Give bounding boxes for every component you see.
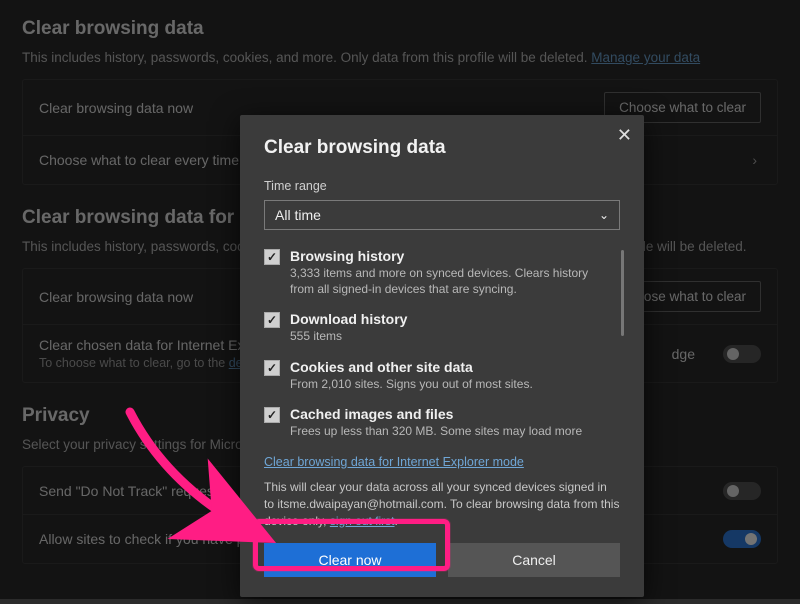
- sign-out-first-link[interactable]: sign out first: [330, 514, 395, 528]
- option-title: Cached images and files: [290, 406, 610, 422]
- option-sub: Frees up less than 320 MB. Some sites ma…: [290, 423, 610, 439]
- time-range-select[interactable]: All time ⌄: [264, 200, 620, 230]
- time-range-value: All time: [275, 207, 321, 223]
- checkbox-cookies[interactable]: ✓: [264, 360, 280, 376]
- checkbox-download-history[interactable]: ✓: [264, 312, 280, 328]
- cancel-button[interactable]: Cancel: [448, 543, 620, 577]
- clear-ie-mode-link[interactable]: Clear browsing data for Internet Explore…: [264, 455, 524, 469]
- checkbox-cached[interactable]: ✓: [264, 407, 280, 423]
- close-icon[interactable]: ✕: [617, 125, 632, 146]
- dialog-options: ✓ Browsing history 3,333 items and more …: [264, 248, 620, 439]
- dialog-title: Clear browsing data: [264, 137, 620, 159]
- option-cookies: ✓ Cookies and other site data From 2,010…: [264, 359, 610, 392]
- dialog-buttons: Clear now Cancel: [264, 543, 620, 577]
- option-sub: 3,333 items and more on synced devices. …: [290, 265, 610, 297]
- option-download-history: ✓ Download history 555 items: [264, 311, 610, 344]
- checkbox-browsing-history[interactable]: ✓: [264, 249, 280, 265]
- time-range-label: Time range: [264, 179, 620, 193]
- chevron-down-icon: ⌄: [599, 208, 609, 222]
- dialog-note-text: This will clear your data across all you…: [264, 480, 619, 528]
- option-browsing-history: ✓ Browsing history 3,333 items and more …: [264, 248, 610, 297]
- clear-now-button[interactable]: Clear now: [264, 543, 436, 577]
- option-title: Cookies and other site data: [290, 359, 610, 375]
- option-cached: ✓ Cached images and files Frees up less …: [264, 406, 610, 439]
- option-title: Download history: [290, 311, 610, 327]
- option-sub: 555 items: [290, 328, 610, 344]
- dialog-note-period: .: [395, 514, 398, 528]
- option-sub: From 2,010 sites. Signs you out of most …: [290, 376, 610, 392]
- dialog-sync-note: This will clear your data across all you…: [264, 479, 620, 529]
- clear-browsing-dialog: ✕ Clear browsing data Time range All tim…: [240, 115, 644, 597]
- scrollbar[interactable]: [621, 250, 624, 336]
- option-title: Browsing history: [290, 248, 610, 264]
